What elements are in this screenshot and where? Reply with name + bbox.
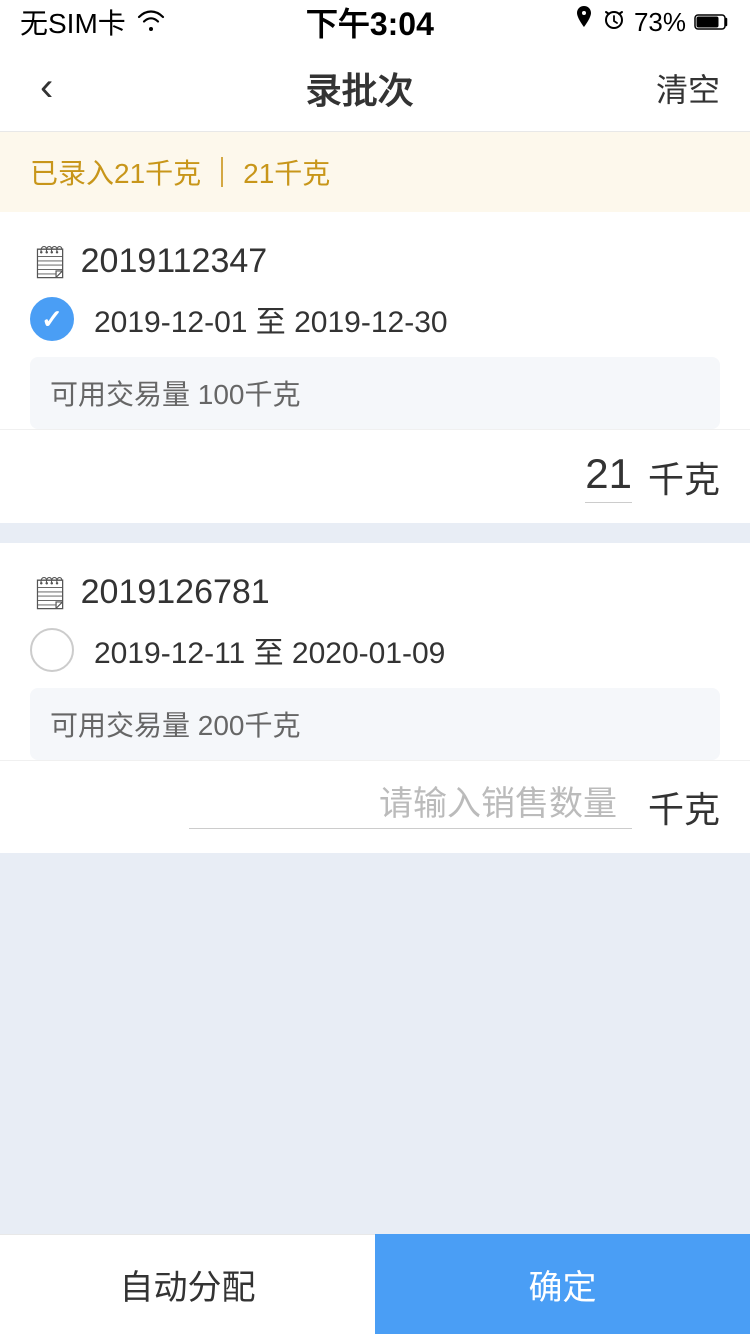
- clear-button[interactable]: 清空: [656, 65, 720, 111]
- alarm-icon: [602, 7, 626, 38]
- batch-2-date: 2019-12-11 至 2020-01-09: [94, 628, 445, 672]
- back-button[interactable]: ‹: [30, 55, 63, 120]
- batch-2-avail-box: 可用交易量 200千克: [30, 688, 720, 760]
- batch-1-icon: 🗒: [30, 243, 71, 281]
- batch-1-avail: 可用交易量 100千克: [50, 379, 301, 410]
- batch-1-amount-value: 21: [585, 450, 632, 503]
- batch-1-date: 2019-12-01 至 2019-12-30: [94, 297, 448, 341]
- batch-1-amount-row: 21 千克: [0, 429, 750, 523]
- batch-1-avail-box: 可用交易量 100千克: [30, 357, 720, 429]
- batch-1-id: 2019112347: [81, 242, 268, 281]
- status-left: 无SIM卡: [20, 2, 166, 42]
- section-divider: [0, 523, 750, 543]
- battery-percent: 73%: [634, 7, 686, 38]
- banner-divider: [221, 157, 223, 187]
- status-right: 73%: [574, 6, 730, 39]
- batch-2-icon: 🗒: [30, 574, 71, 612]
- batch-1-radio[interactable]: [30, 297, 74, 341]
- nav-bar: ‹ 录批次 清空: [0, 44, 750, 132]
- wifi-icon: [136, 6, 166, 38]
- auto-distribute-button[interactable]: 自动分配: [0, 1234, 375, 1334]
- bottom-bar: 自动分配 确定: [0, 1234, 750, 1334]
- empty-content-area: [0, 853, 750, 1283]
- battery-icon: [694, 7, 730, 38]
- batch-card-1: 🗒 2019112347 2019-12-01 至 2019-12-30 可用交…: [0, 212, 750, 429]
- location-icon: [574, 6, 594, 39]
- batch-2-avail: 可用交易量 200千克: [50, 710, 301, 741]
- status-time: 下午3:04: [306, 0, 434, 45]
- confirm-button[interactable]: 确定: [375, 1234, 750, 1334]
- status-bar: 无SIM卡 下午3:04 73%: [0, 0, 750, 44]
- page-title: 录批次: [306, 62, 414, 114]
- batch-2-id: 2019126781: [81, 573, 270, 612]
- batch-1-amount-unit: 千克: [648, 451, 720, 503]
- batch-2-input-unit: 千克: [648, 781, 720, 833]
- recorded-label: 已录入21千克: [30, 152, 201, 192]
- batch-card-2: 🗒 2019126781 2019-12-11 至 2020-01-09 可用交…: [0, 543, 750, 760]
- batch-2-input-row: 千克: [0, 760, 750, 853]
- batch-2-date-row: 2019-12-11 至 2020-01-09: [30, 628, 720, 672]
- sales-quantity-input[interactable]: [189, 785, 632, 829]
- batch-2-radio[interactable]: [30, 628, 74, 672]
- batch-1-date-row: 2019-12-01 至 2019-12-30: [30, 297, 720, 341]
- carrier-text: 无SIM卡: [20, 2, 126, 42]
- batch-1-header: 🗒 2019112347: [30, 242, 720, 281]
- recorded-value: 21千克: [243, 152, 330, 192]
- info-banner: 已录入21千克 21千克: [0, 132, 750, 212]
- batch-2-header: 🗒 2019126781: [30, 573, 720, 612]
